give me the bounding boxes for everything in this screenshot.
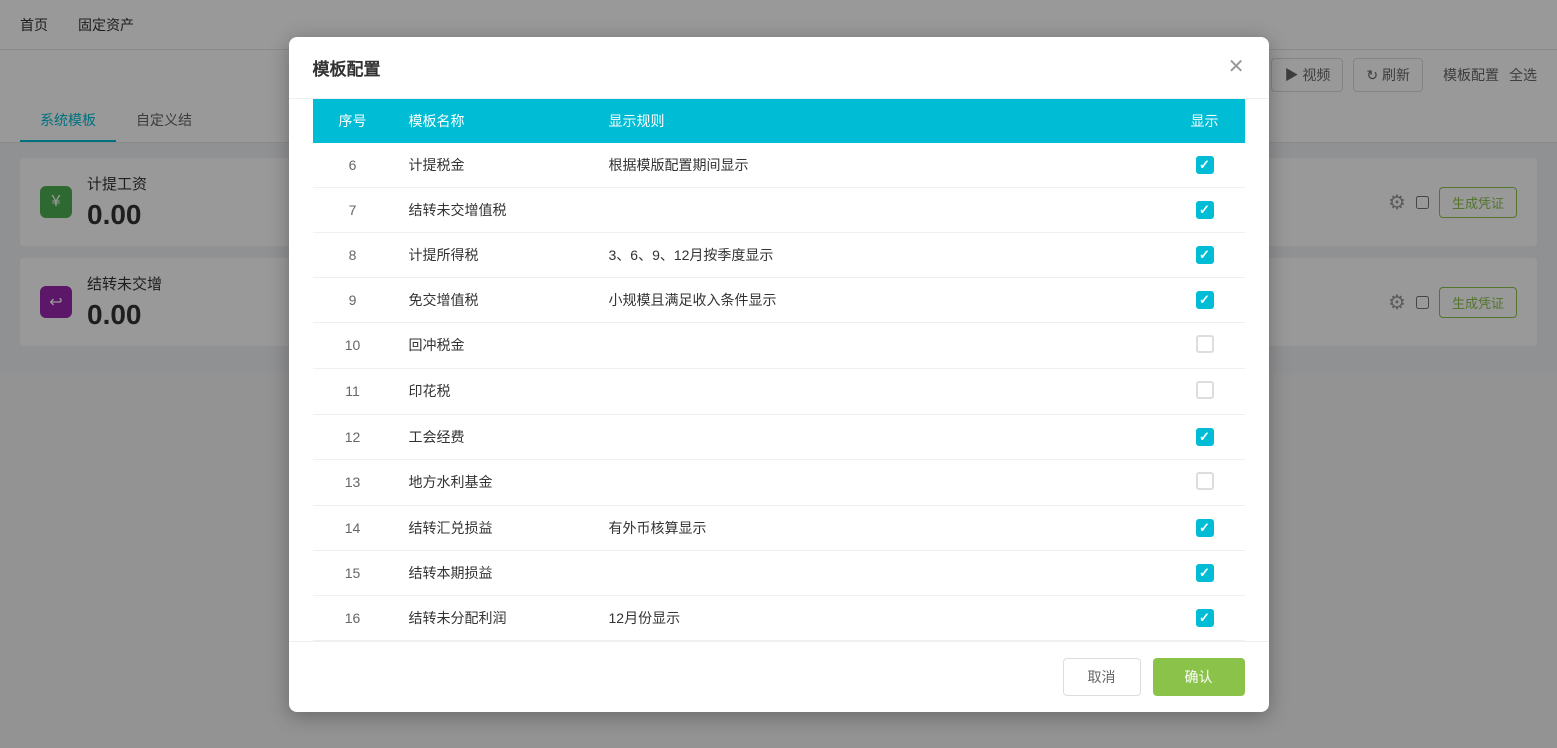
cell-rule-11 bbox=[593, 368, 1165, 414]
cell-check-16 bbox=[1165, 595, 1245, 640]
col-header-id: 序号 bbox=[313, 99, 393, 143]
modal-title: 模板配置 bbox=[313, 55, 381, 80]
cell-name-11: 印花税 bbox=[393, 368, 593, 414]
cell-id-16: 16 bbox=[313, 595, 393, 640]
cell-id-8: 8 bbox=[313, 232, 393, 277]
modal-footer: 取消 确认 bbox=[289, 641, 1269, 712]
col-header-name: 模板名称 bbox=[393, 99, 593, 143]
cell-check-14 bbox=[1165, 505, 1245, 550]
table-row: 15结转本期损益 bbox=[313, 550, 1245, 595]
modal-body: 序号 模板名称 显示规则 显示 6计提税金根据模版配置期间显示7结转未交增值税8… bbox=[289, 99, 1269, 641]
modal-overlay: 模板配置 ✕ 序号 模板名称 显示规则 显示 6计提税金根据模版配置期间显示7结… bbox=[0, 0, 1557, 748]
cell-name-7: 结转未交增值税 bbox=[393, 187, 593, 232]
table-row: 8计提所得税3、6、9、12月按季度显示 bbox=[313, 232, 1245, 277]
cell-check-8 bbox=[1165, 232, 1245, 277]
table-row: 10回冲税金 bbox=[313, 322, 1245, 368]
cell-rule-16: 12月份显示 bbox=[593, 595, 1165, 640]
cell-name-12: 工会经费 bbox=[393, 414, 593, 459]
cell-check-7 bbox=[1165, 187, 1245, 232]
checkbox-15[interactable] bbox=[1196, 564, 1214, 582]
cancel-button[interactable]: 取消 bbox=[1063, 658, 1141, 696]
checkbox-6[interactable] bbox=[1196, 156, 1214, 174]
table-row: 14结转汇兑损益有外币核算显示 bbox=[313, 505, 1245, 550]
cell-check-6 bbox=[1165, 143, 1245, 188]
cell-rule-15 bbox=[593, 550, 1165, 595]
checkbox-10[interactable] bbox=[1196, 335, 1214, 353]
table-row: 6计提税金根据模版配置期间显示 bbox=[313, 143, 1245, 188]
cell-check-10 bbox=[1165, 322, 1245, 368]
checkbox-14[interactable] bbox=[1196, 519, 1214, 537]
table-row: 16结转未分配利润12月份显示 bbox=[313, 595, 1245, 640]
cell-id-11: 11 bbox=[313, 368, 393, 414]
cell-check-9 bbox=[1165, 277, 1245, 322]
cell-id-14: 14 bbox=[313, 505, 393, 550]
cell-name-15: 结转本期损益 bbox=[393, 550, 593, 595]
modal-template-config: 模板配置 ✕ 序号 模板名称 显示规则 显示 6计提税金根据模版配置期间显示7结… bbox=[289, 37, 1269, 712]
cell-check-15 bbox=[1165, 550, 1245, 595]
cell-id-9: 9 bbox=[313, 277, 393, 322]
checkbox-16[interactable] bbox=[1196, 609, 1214, 627]
cell-id-12: 12 bbox=[313, 414, 393, 459]
cell-id-7: 7 bbox=[313, 187, 393, 232]
table-row: 7结转未交增值税 bbox=[313, 187, 1245, 232]
table-row: 9免交增值税小规模且满足收入条件显示 bbox=[313, 277, 1245, 322]
cell-rule-8: 3、6、9、12月按季度显示 bbox=[593, 232, 1165, 277]
modal-close-button[interactable]: ✕ bbox=[1228, 57, 1245, 77]
cell-id-10: 10 bbox=[313, 322, 393, 368]
cell-id-13: 13 bbox=[313, 459, 393, 505]
cell-name-13: 地方水利基金 bbox=[393, 459, 593, 505]
confirm-button[interactable]: 确认 bbox=[1153, 658, 1245, 696]
cell-rule-12 bbox=[593, 414, 1165, 459]
checkbox-11[interactable] bbox=[1196, 381, 1214, 399]
table-row: 12工会经费 bbox=[313, 414, 1245, 459]
cell-name-10: 回冲税金 bbox=[393, 322, 593, 368]
cell-check-13 bbox=[1165, 459, 1245, 505]
cell-rule-13 bbox=[593, 459, 1165, 505]
cell-check-12 bbox=[1165, 414, 1245, 459]
cell-rule-7 bbox=[593, 187, 1165, 232]
checkbox-8[interactable] bbox=[1196, 246, 1214, 264]
cell-name-14: 结转汇兑损益 bbox=[393, 505, 593, 550]
checkbox-7[interactable] bbox=[1196, 201, 1214, 219]
table-row: 11印花税 bbox=[313, 368, 1245, 414]
cell-id-15: 15 bbox=[313, 550, 393, 595]
cell-name-6: 计提税金 bbox=[393, 143, 593, 188]
checkbox-12[interactable] bbox=[1196, 428, 1214, 446]
table-row: 13地方水利基金 bbox=[313, 459, 1245, 505]
cell-rule-10 bbox=[593, 322, 1165, 368]
cell-check-11 bbox=[1165, 368, 1245, 414]
col-header-rule: 显示规则 bbox=[593, 99, 1165, 143]
col-header-display: 显示 bbox=[1165, 99, 1245, 143]
cell-rule-14: 有外币核算显示 bbox=[593, 505, 1165, 550]
cell-id-6: 6 bbox=[313, 143, 393, 188]
cell-name-8: 计提所得税 bbox=[393, 232, 593, 277]
config-table: 序号 模板名称 显示规则 显示 6计提税金根据模版配置期间显示7结转未交增值税8… bbox=[313, 99, 1245, 641]
checkbox-9[interactable] bbox=[1196, 291, 1214, 309]
modal-header: 模板配置 ✕ bbox=[289, 37, 1269, 99]
checkbox-13[interactable] bbox=[1196, 472, 1214, 490]
cell-rule-6: 根据模版配置期间显示 bbox=[593, 143, 1165, 188]
cell-name-9: 免交增值税 bbox=[393, 277, 593, 322]
cell-name-16: 结转未分配利润 bbox=[393, 595, 593, 640]
cell-rule-9: 小规模且满足收入条件显示 bbox=[593, 277, 1165, 322]
